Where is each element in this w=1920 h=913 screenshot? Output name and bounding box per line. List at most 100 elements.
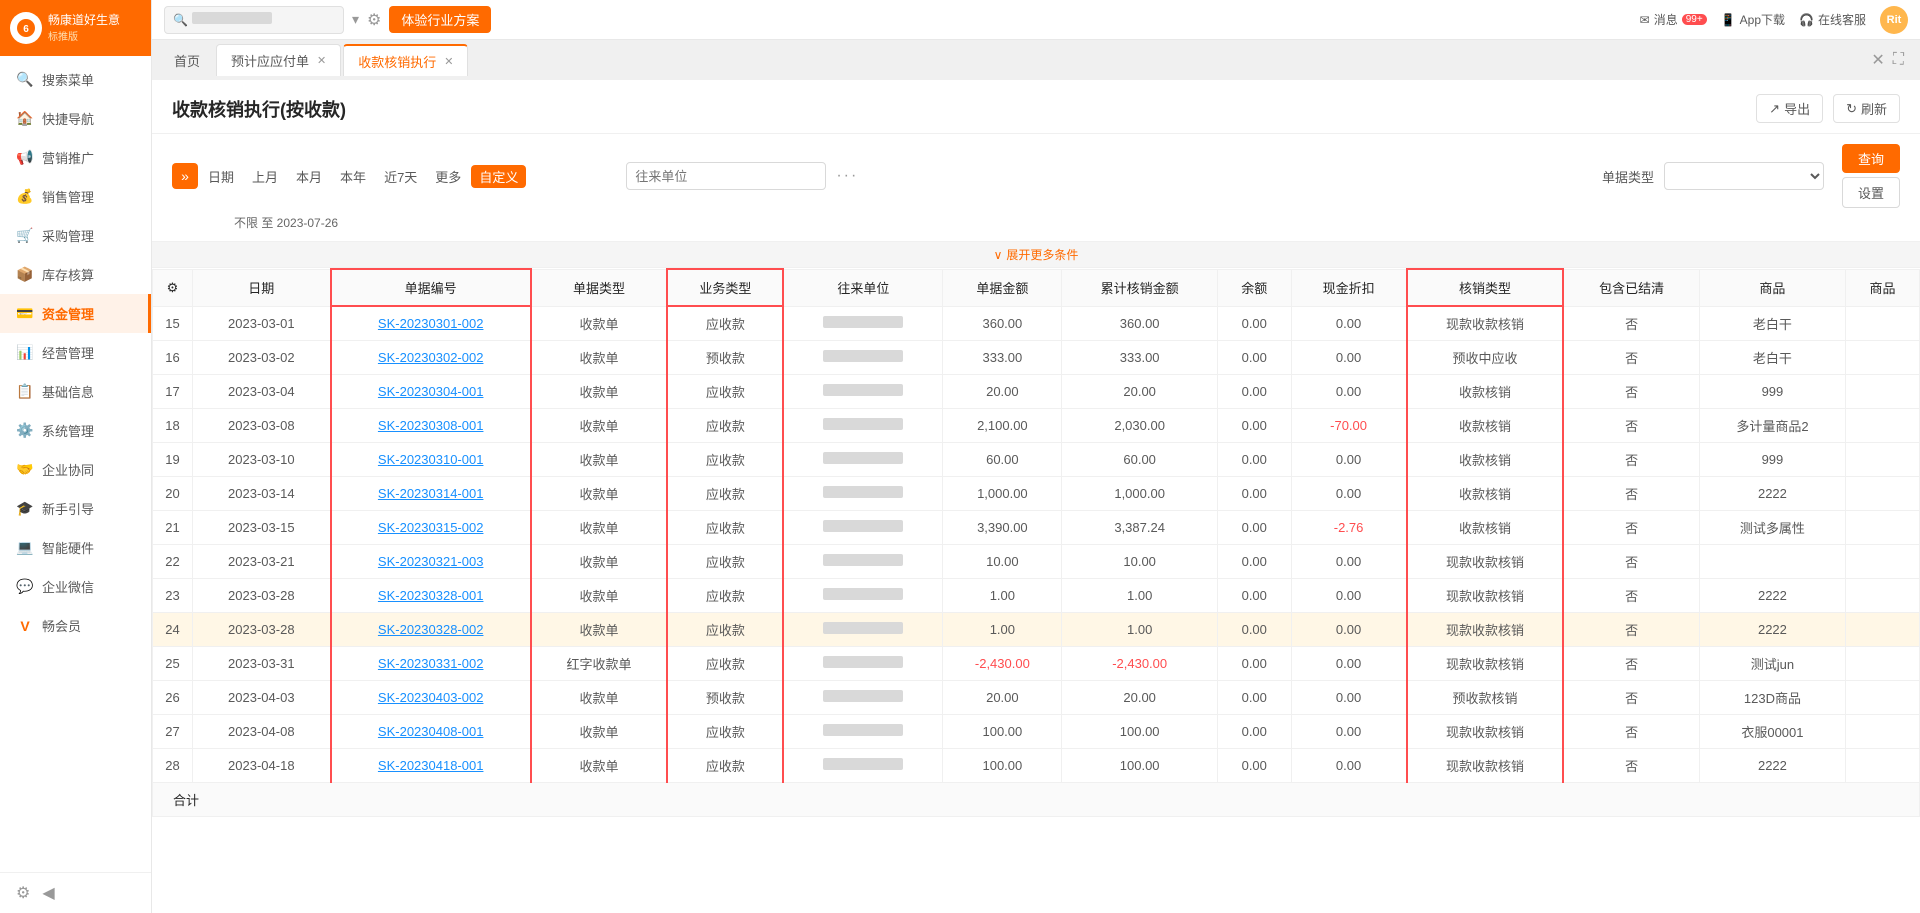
query-button[interactable]: 查询 bbox=[1842, 144, 1900, 173]
collapse-icon[interactable]: ◀ bbox=[42, 883, 54, 903]
settings-button[interactable]: 设置 bbox=[1842, 177, 1900, 208]
row-writeoff-type: 收款核销 bbox=[1407, 409, 1564, 443]
col-settings-header[interactable]: ⚙ bbox=[153, 269, 193, 306]
row-product2 bbox=[1846, 681, 1920, 715]
col-cumulative-header: 累计核销金额 bbox=[1062, 269, 1217, 306]
sidebar-item-basic[interactable]: 📋 基础信息 bbox=[0, 372, 151, 411]
row-date: 2023-03-15 bbox=[193, 511, 331, 545]
order-no-link[interactable]: SK-20230302-002 bbox=[378, 350, 484, 365]
order-no-link[interactable]: SK-20230310-001 bbox=[378, 452, 484, 467]
tab-prepayment-close[interactable]: ✕ bbox=[317, 54, 326, 67]
tabs-right-actions: ✕ ⛶ bbox=[1871, 50, 1912, 70]
tab-writeoff[interactable]: 收款核销执行 ✕ bbox=[343, 44, 468, 76]
close-tab-icon[interactable]: ✕ bbox=[1871, 50, 1884, 70]
row-voucher-type: 收款单 bbox=[531, 511, 668, 545]
sidebar-item-operation[interactable]: 📊 经营管理 bbox=[0, 333, 151, 372]
row-biz-type: 应收款 bbox=[667, 613, 783, 647]
tab-home[interactable]: 首页 bbox=[160, 44, 214, 76]
row-order-no: SK-20230315-002 bbox=[331, 511, 531, 545]
row-product1: 2222 bbox=[1699, 477, 1845, 511]
chevron-down-icon[interactable]: ▾ bbox=[352, 11, 359, 28]
topbar-settings-icon[interactable]: ⚙ bbox=[367, 10, 381, 30]
row-product2 bbox=[1846, 613, 1920, 647]
sidebar-item-hardware[interactable]: 💻 智能硬件 bbox=[0, 528, 151, 567]
date-opt-7days[interactable]: 近7天 bbox=[376, 165, 425, 188]
row-counterparty bbox=[783, 749, 942, 783]
row-amount: 100.00 bbox=[943, 715, 1062, 749]
sidebar-item-guide[interactable]: 🎓 新手引导 bbox=[0, 489, 151, 528]
voucher-type-select[interactable] bbox=[1664, 162, 1824, 190]
date-opt-this-year[interactable]: 本年 bbox=[332, 165, 374, 188]
industry-solution-button[interactable]: 体验行业方案 bbox=[389, 6, 491, 33]
settings-footer-icon[interactable]: ⚙ bbox=[16, 883, 30, 903]
order-no-link[interactable]: SK-20230321-003 bbox=[378, 554, 484, 569]
messages-action[interactable]: ✉ 消息 99+ bbox=[1640, 11, 1707, 28]
sidebar-item-label: 新手引导 bbox=[42, 499, 94, 518]
table-row: 23 2023-03-28 SK-20230328-001 收款单 应收款 1.… bbox=[153, 579, 1920, 613]
phone-icon: 📱 bbox=[1721, 13, 1736, 27]
order-no-link[interactable]: SK-20230331-002 bbox=[378, 656, 484, 671]
sidebar-item-quick-nav[interactable]: 🏠 快捷导航 bbox=[0, 99, 151, 138]
order-no-link[interactable]: SK-20230328-001 bbox=[378, 588, 484, 603]
order-no-link[interactable]: SK-20230328-002 bbox=[378, 622, 484, 637]
order-no-link[interactable]: SK-20230308-001 bbox=[378, 418, 484, 433]
app-download-action[interactable]: 📱 App下载 bbox=[1721, 11, 1785, 28]
page-header-actions: ↗ 导出 ↻ 刷新 bbox=[1756, 94, 1900, 123]
sidebar-item-enterprise[interactable]: 🤝 企业协同 bbox=[0, 450, 151, 489]
row-biz-type: 应收款 bbox=[667, 511, 783, 545]
row-amount: 1.00 bbox=[943, 579, 1062, 613]
tab-prepayment[interactable]: 预计应应付单 ✕ bbox=[216, 44, 341, 76]
row-voucher-type: 收款单 bbox=[531, 375, 668, 409]
date-opt-more[interactable]: 更多 bbox=[427, 165, 469, 188]
sidebar-item-member[interactable]: V 畅会员 bbox=[0, 606, 151, 645]
date-opt-custom[interactable]: 自定义 bbox=[471, 165, 526, 188]
sidebar-item-system[interactable]: ⚙️ 系统管理 bbox=[0, 411, 151, 450]
refresh-button[interactable]: ↻ 刷新 bbox=[1833, 94, 1900, 123]
row-counterparty bbox=[783, 579, 942, 613]
expand-label: 展开更多条件 bbox=[1006, 246, 1078, 263]
row-order-no: SK-20230304-001 bbox=[331, 375, 531, 409]
row-product1: 测试jun bbox=[1699, 647, 1845, 681]
topbar-search[interactable]: 🔍 bbox=[164, 6, 344, 34]
row-cumulative: 3,387.24 bbox=[1062, 511, 1217, 545]
row-biz-type: 应收款 bbox=[667, 443, 783, 477]
row-balance: 0.00 bbox=[1217, 647, 1291, 681]
expand-icon: ∨ bbox=[994, 248, 1003, 262]
sidebar-item-marketing[interactable]: 📢 营销推广 bbox=[0, 138, 151, 177]
tab-writeoff-close[interactable]: ✕ bbox=[444, 55, 453, 68]
sidebar-item-sales[interactable]: 💰 销售管理 bbox=[0, 177, 151, 216]
col-include-settled-header: 包含已结清 bbox=[1563, 269, 1699, 306]
online-support-action[interactable]: 🎧 在线客服 bbox=[1799, 11, 1866, 28]
export-button[interactable]: ↗ 导出 bbox=[1756, 94, 1823, 123]
filter-toggle[interactable]: » bbox=[172, 163, 198, 189]
order-no-link[interactable]: SK-20230304-001 bbox=[378, 384, 484, 399]
row-writeoff-type: 预收中应收 bbox=[1407, 341, 1564, 375]
sidebar-item-purchase[interactable]: 🛒 采购管理 bbox=[0, 216, 151, 255]
sidebar-item-finance[interactable]: 💳 资金管理 bbox=[0, 294, 151, 333]
row-amount: 100.00 bbox=[943, 749, 1062, 783]
expand-bar[interactable]: ∨ 展开更多条件 bbox=[152, 242, 1920, 268]
order-no-link[interactable]: SK-20230314-001 bbox=[378, 486, 484, 501]
user-avatar[interactable]: Rit bbox=[1880, 6, 1908, 34]
row-cash-discount: 0.00 bbox=[1291, 715, 1406, 749]
sidebar-item-search-menu[interactable]: 🔍 搜索菜单 bbox=[0, 60, 151, 99]
row-amount: 1.00 bbox=[943, 613, 1062, 647]
counterparty-input[interactable] bbox=[626, 162, 826, 190]
order-no-link[interactable]: SK-20230403-002 bbox=[378, 690, 484, 705]
row-writeoff-type: 现款收款核销 bbox=[1407, 545, 1564, 579]
sidebar-item-label: 库存核算 bbox=[42, 265, 94, 284]
sidebar-item-wechat[interactable]: 💬 企业微信 bbox=[0, 567, 151, 606]
maximize-icon[interactable]: ⛶ bbox=[1893, 51, 1904, 69]
row-date: 2023-03-14 bbox=[193, 477, 331, 511]
sidebar-item-inventory[interactable]: 📦 库存核算 bbox=[0, 255, 151, 294]
order-no-link[interactable]: SK-20230315-002 bbox=[378, 520, 484, 535]
date-opt-this-month[interactable]: 本月 bbox=[288, 165, 330, 188]
order-no-link[interactable]: SK-20230418-001 bbox=[378, 758, 484, 773]
order-no-link[interactable]: SK-20230301-002 bbox=[378, 316, 484, 331]
row-counterparty bbox=[783, 647, 942, 681]
date-opt-last-month[interactable]: 上月 bbox=[244, 165, 286, 188]
sidebar-item-label: 经营管理 bbox=[42, 343, 94, 362]
order-no-link[interactable]: SK-20230408-001 bbox=[378, 724, 484, 739]
enterprise-icon: 🤝 bbox=[16, 461, 34, 479]
table-row: 22 2023-03-21 SK-20230321-003 收款单 应收款 10… bbox=[153, 545, 1920, 579]
